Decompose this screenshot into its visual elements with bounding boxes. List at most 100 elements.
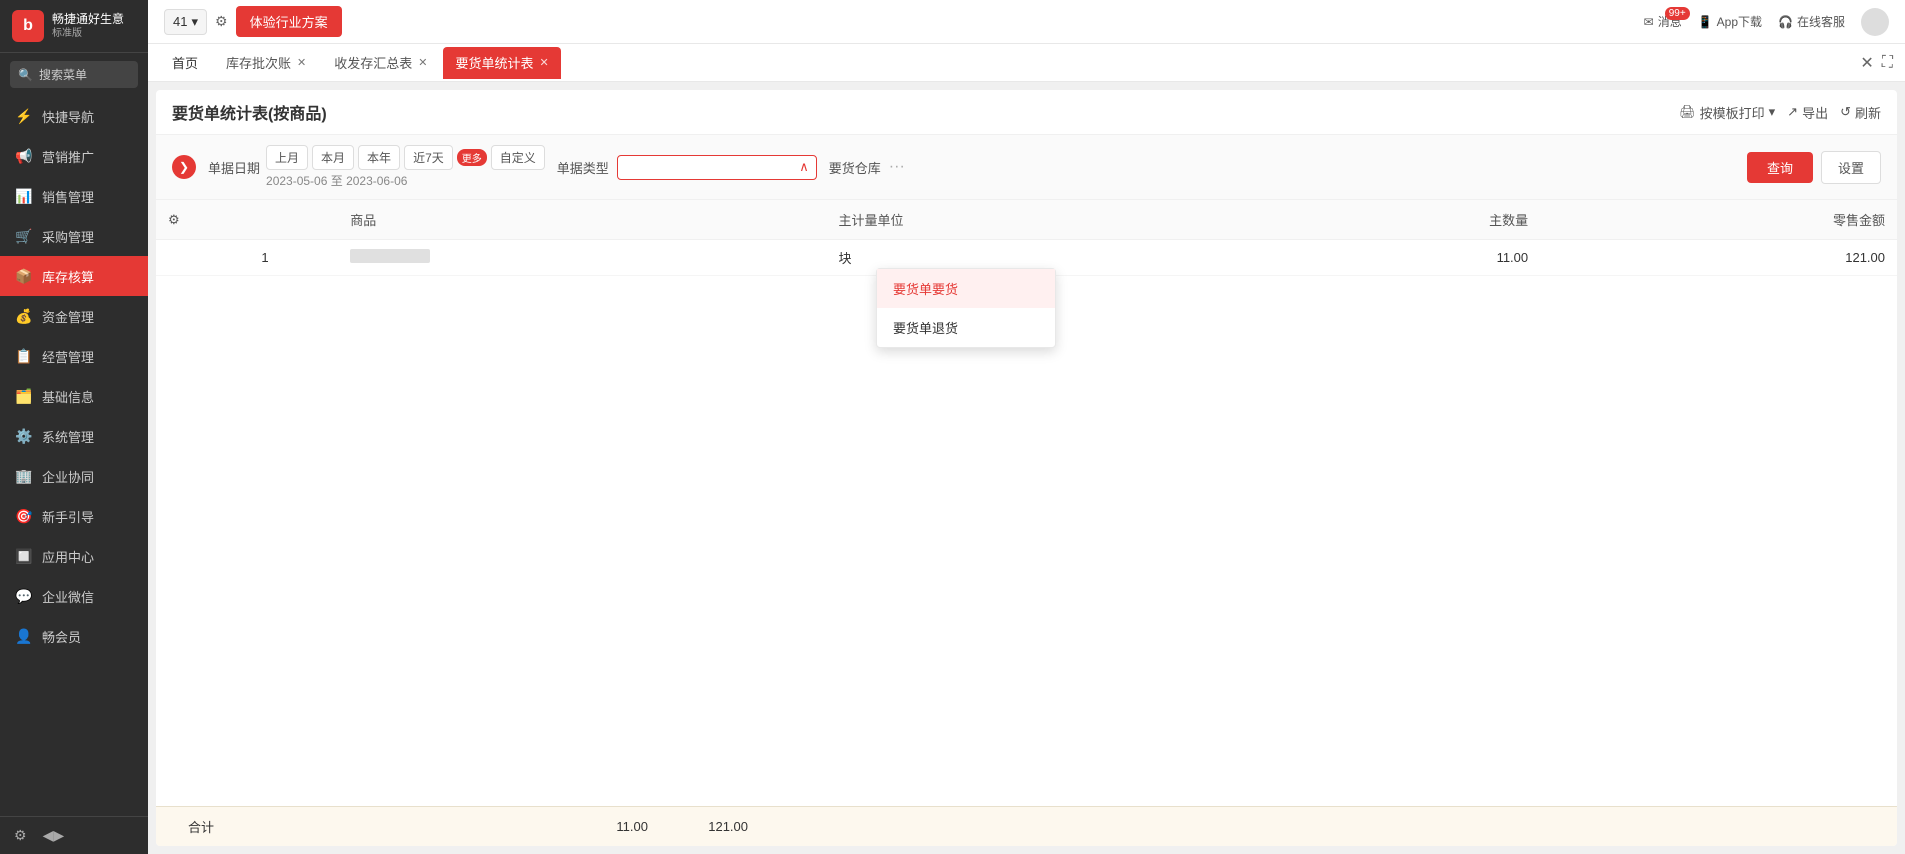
tab-actions: ✕ ⛶ (1860, 53, 1893, 73)
tab-order-summary[interactable]: 要货单统计表 ✕ (443, 47, 560, 79)
sidebar-item-basic[interactable]: 🗂️ 基础信息 (0, 376, 148, 416)
company-select[interactable]: 41 ▾ (164, 9, 207, 35)
sidebar-item-wechat[interactable]: 💬 企业微信 (0, 576, 148, 616)
sidebar-item-operations[interactable]: 📋 经营管理 (0, 336, 148, 376)
date-buttons: 上月 本月 本年 近7天 更多 自定义 (266, 145, 545, 170)
topbar-gear-icon[interactable]: ⚙ (215, 13, 228, 30)
this-year-button[interactable]: 本年 (358, 145, 400, 170)
marketing-icon: 📢 (14, 146, 34, 166)
sidebar-item-enterprise[interactable]: 🏢 企业协同 (0, 456, 148, 496)
col-settings-header[interactable]: ⚙ (156, 200, 192, 240)
export-action[interactable]: ↗ 导出 (1787, 103, 1828, 122)
export-icon: ↗ (1787, 104, 1798, 120)
sidebar-nav: ⚡ 快捷导航 📢 营销推广 📊 销售管理 🛒 采购管理 📦 库存核算 💰 资金管… (0, 96, 148, 816)
sidebar-item-quick-nav[interactable]: ⚡ 快捷导航 (0, 96, 148, 136)
online-service-item[interactable]: 🎧 在线客服 (1778, 13, 1845, 30)
row-index-cell: 1 (192, 240, 339, 276)
sidebar-collapse-icon[interactable]: ◀▶ (43, 827, 65, 844)
custom-date-button[interactable]: 自定义 (491, 145, 545, 170)
type-select-wrapper: ∧ (617, 155, 817, 180)
row-product-cell (338, 240, 826, 276)
type-dropdown: 要货单要货 要货单退货 (876, 268, 1056, 348)
sidebar-item-appstore[interactable]: 🔲 应用中心 (0, 536, 148, 576)
row-amount-cell: 121.00 (1540, 240, 1897, 276)
search-icon: 🔍 (18, 68, 33, 82)
system-icon: ⚙️ (14, 426, 34, 446)
col-unit-header: 主计量单位 (826, 200, 1244, 240)
query-button[interactable]: 查询 (1747, 152, 1813, 183)
sidebar-item-inventory[interactable]: 📦 库存核算 (0, 256, 148, 296)
sidebar-item-guide[interactable]: 🎯 新手引导 (0, 496, 148, 536)
warehouse-filter-label: 要货仓库 (829, 158, 881, 177)
sidebar-logo: b 畅捷通好生意 标准版 (0, 0, 148, 53)
date-filter-group: 单据日期 上月 本月 本年 近7天 更多 自定义 2023-05-06 至 20… (208, 145, 545, 189)
app-download-item[interactable]: 📱 App下载 (1698, 13, 1762, 30)
tab-batch-account[interactable]: 库存批次账 ✕ (214, 47, 318, 79)
page-title: 要货单统计表(按商品) (172, 100, 327, 124)
filter-expand-button[interactable]: ❯ (172, 155, 196, 179)
sidebar-item-marketing[interactable]: 📢 营销推广 (0, 136, 148, 176)
refresh-action[interactable]: ↺ 刷新 (1840, 103, 1881, 122)
warehouse-dots[interactable]: ··· (889, 158, 905, 176)
table-footer: 合计 11.00 121.00 (156, 806, 1897, 846)
date-range-display: 2023-05-06 至 2023-06-06 (266, 172, 545, 189)
filter-actions: 查询 设置 (1747, 151, 1881, 184)
logo-text: 畅捷通好生意 标准版 (52, 12, 124, 41)
sidebar-item-sales[interactable]: 📊 销售管理 (0, 176, 148, 216)
print-action[interactable]: 🖨 按模板打印 ▾ (1679, 103, 1775, 122)
messages-item[interactable]: ✉ 消息 99+ (1644, 13, 1682, 30)
dropdown-item-order-goods[interactable]: 要货单要货 (877, 269, 1055, 308)
type-filter-input[interactable] (617, 155, 817, 180)
tab-receive-summary[interactable]: 收发存汇总表 ✕ (322, 47, 439, 79)
topbar-left: 41 ▾ ⚙ 体验行业方案 (164, 6, 1632, 37)
tab-order-summary-close-icon[interactable]: ✕ (540, 56, 549, 69)
last-month-button[interactable]: 上月 (266, 145, 308, 170)
page-header: 要货单统计表(按商品) 🖨 按模板打印 ▾ ↗ 导出 ↺ 刷新 (156, 90, 1897, 135)
sidebar: b 畅捷通好生意 标准版 🔍 搜索菜单 ⚡ 快捷导航 📢 营销推广 📊 销售管理… (0, 0, 148, 854)
filter-bar: ❯ 单据日期 上月 本月 本年 近7天 更多 自定义 2023-05-06 至 … (156, 135, 1897, 200)
tab-expand-button[interactable]: ⛶ (1882, 54, 1893, 72)
phone-icon: 📱 (1698, 15, 1713, 29)
this-month-button[interactable]: 本月 (312, 145, 354, 170)
sidebar-item-finance[interactable]: 💰 资金管理 (0, 296, 148, 336)
topbar-right: ✉ 消息 99+ 📱 App下载 🎧 在线客服 (1644, 8, 1889, 36)
tab-batch-account-close-icon[interactable]: ✕ (297, 56, 306, 69)
date-filter-label: 单据日期 (208, 158, 260, 177)
tab-bar: 首页 库存批次账 ✕ 收发存汇总表 ✕ 要货单统计表 ✕ ✕ ⛶ (148, 44, 1905, 82)
warehouse-filter-group: 要货仓库 ··· (829, 158, 905, 177)
main-content: 41 ▾ ⚙ 体验行业方案 ✉ 消息 99+ 📱 App下载 🎧 在线客服 (148, 0, 1905, 854)
tab-receive-summary-close-icon[interactable]: ✕ (418, 56, 427, 69)
sidebar-settings-icon[interactable]: ⚙ (14, 827, 27, 844)
enterprise-icon: 🏢 (14, 466, 34, 486)
col-product-header: 商品 (338, 200, 826, 240)
refresh-icon: ↺ (1840, 104, 1851, 120)
sidebar-item-system[interactable]: ⚙️ 系统管理 (0, 416, 148, 456)
col-amount-header: 零售金额 (1540, 200, 1897, 240)
footer-amount: 121.00 (668, 819, 748, 834)
headset-icon: 🎧 (1778, 15, 1793, 29)
logo-icon: b (12, 10, 44, 42)
filter-settings-button[interactable]: 设置 (1821, 151, 1881, 184)
topbar: 41 ▾ ⚙ 体验行业方案 ✉ 消息 99+ 📱 App下载 🎧 在线客服 (148, 0, 1905, 44)
type-filter-label: 单据类型 (557, 158, 609, 177)
last-7-button[interactable]: 近7天 (404, 145, 453, 170)
message-icon: ✉ (1644, 15, 1654, 29)
footer-label: 合计 (168, 817, 588, 836)
col-quantity-header: 主数量 (1244, 200, 1540, 240)
basic-icon: 🗂️ (14, 386, 34, 406)
tab-close-all-button[interactable]: ✕ (1860, 53, 1873, 73)
sidebar-search[interactable]: 🔍 搜索菜单 (10, 61, 138, 88)
avatar[interactable] (1861, 8, 1889, 36)
finance-icon: 💰 (14, 306, 34, 326)
sidebar-item-purchase[interactable]: 🛒 采购管理 (0, 216, 148, 256)
tab-home[interactable]: 首页 (160, 47, 210, 79)
trial-button[interactable]: 体验行业方案 (236, 6, 342, 37)
member-icon: 👤 (14, 626, 34, 646)
row-settings-cell (156, 240, 192, 276)
more-badge: 更多 (457, 149, 487, 166)
col-index-header (192, 200, 339, 240)
sidebar-item-member[interactable]: 👤 畅会员 (0, 616, 148, 656)
quick-nav-icon: ⚡ (14, 106, 34, 126)
dropdown-item-order-return[interactable]: 要货单退货 (877, 308, 1055, 347)
sidebar-bottom: ⚙ ◀▶ (0, 816, 148, 854)
